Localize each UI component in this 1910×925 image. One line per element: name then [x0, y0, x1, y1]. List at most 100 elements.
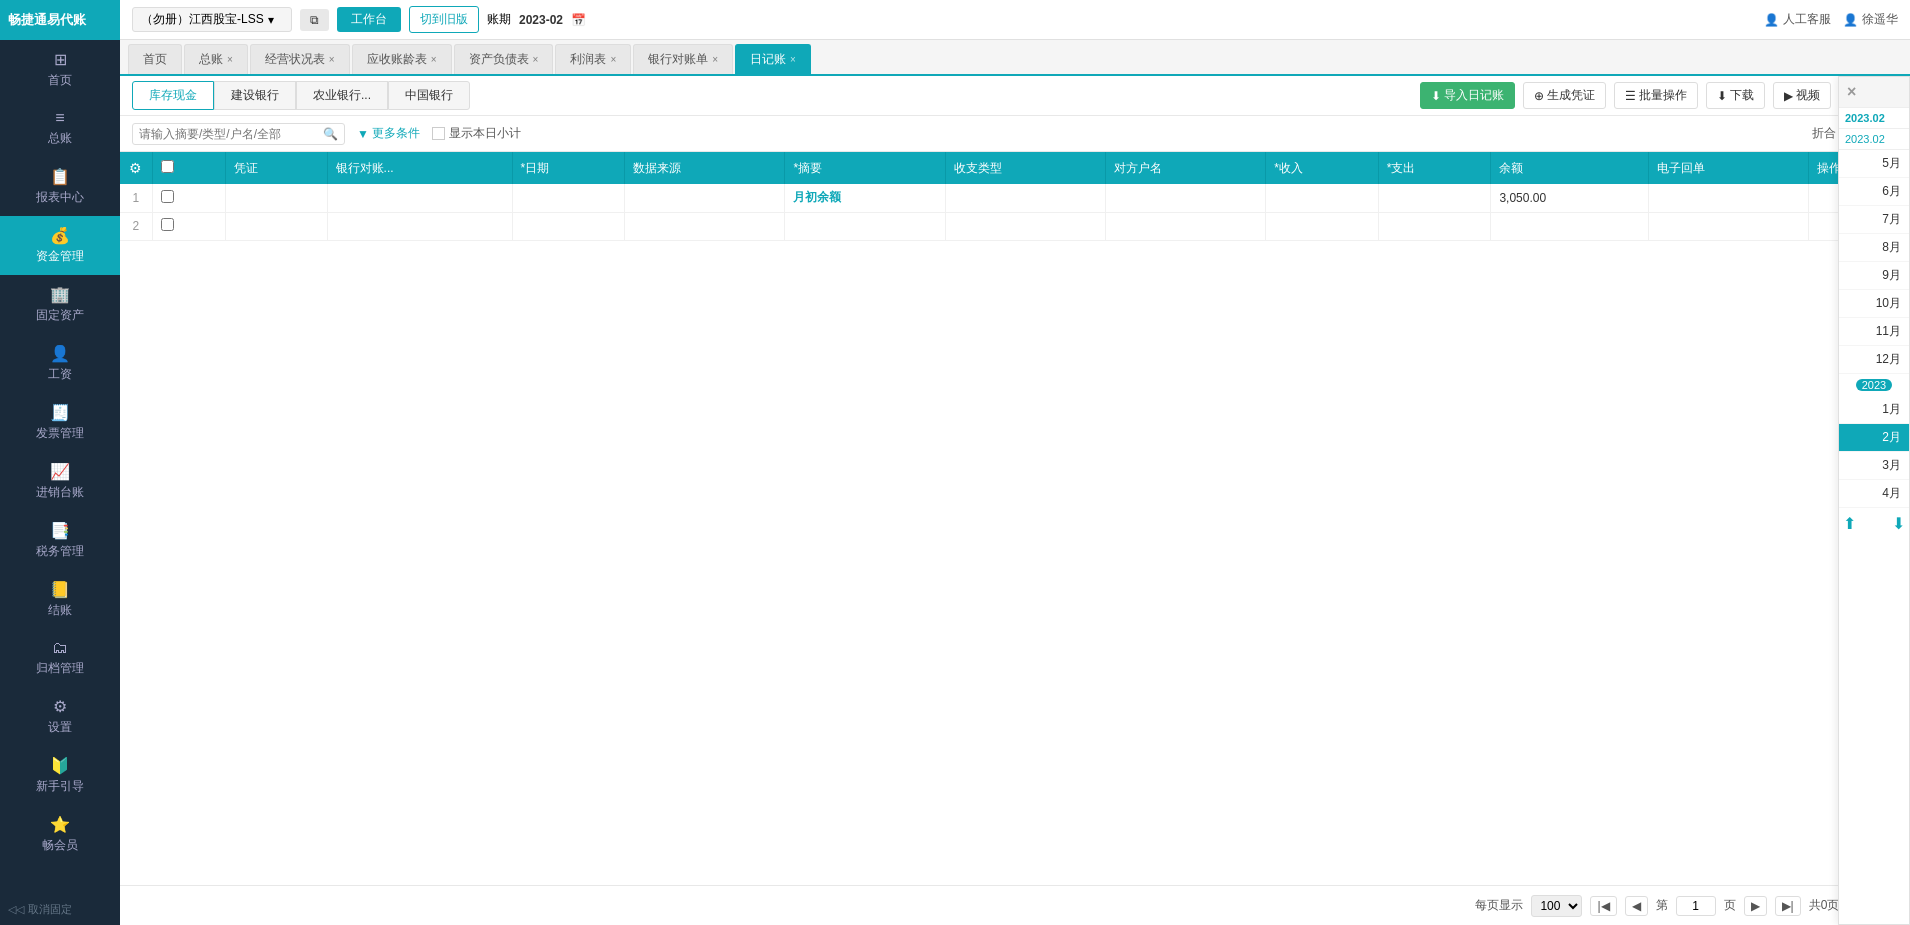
last-page-btn[interactable]: ▶|	[1775, 896, 1801, 916]
prev-page-btn[interactable]: ◀	[1625, 896, 1648, 916]
bank-toolbar: 库存现金 建设银行 农业银行... 中国银行 ⬇ 导入日记账	[120, 76, 1910, 116]
sidebar-item-tax[interactable]: 📑 税务管理	[0, 511, 120, 570]
bank-tab-label: 中国银行	[405, 88, 453, 102]
sidebar-item-sales[interactable]: 📈 进销台账	[0, 452, 120, 511]
date-month-10[interactable]: 10月	[1839, 290, 1909, 318]
download-btn[interactable]: ⬇ 下载	[1706, 82, 1765, 109]
date-panel-close-btn[interactable]: ×	[1847, 83, 1856, 101]
show-daily-total-checkbox[interactable]: 显示本日小计	[432, 125, 521, 142]
tab-close-icon[interactable]: ×	[329, 54, 335, 65]
batch-op-btn[interactable]: ☰ 批量操作	[1614, 82, 1698, 109]
tab-close-icon[interactable]: ×	[610, 54, 616, 65]
sidebar-item-label: 结账	[48, 602, 72, 619]
import-icon: ⬇	[1431, 89, 1441, 103]
date-month-1[interactable]: 1月	[1839, 396, 1909, 424]
next-page-btn[interactable]: ▶	[1744, 896, 1767, 916]
tab-home[interactable]: 首页	[128, 44, 182, 74]
tab-label: 利润表	[570, 51, 606, 68]
sidebar-item-settings[interactable]: ⚙ 设置	[0, 687, 120, 746]
tab-close-icon[interactable]: ×	[431, 54, 437, 65]
tab-balance-sheet[interactable]: 资产负债表 ×	[454, 44, 554, 74]
date-nav-down-btn[interactable]: ⬇	[1892, 514, 1905, 533]
first-page-btn[interactable]: |◀	[1590, 896, 1616, 916]
sidebar-item-label: 资金管理	[36, 248, 84, 265]
col-summary: *摘要	[785, 152, 945, 184]
col-settings[interactable]: ⚙	[120, 152, 152, 184]
row-checkbox[interactable]	[152, 184, 226, 212]
select-all-checkbox[interactable]	[161, 160, 174, 173]
bank-tab-cash[interactable]: 库存现金	[132, 81, 214, 110]
customer-service[interactable]: 👤 人工客服	[1764, 11, 1831, 28]
tab-journal[interactable]: 日记账 ×	[735, 44, 811, 74]
sidebar-item-guide[interactable]: 🔰 新手引导	[0, 746, 120, 805]
date-month-7[interactable]: 7月	[1839, 206, 1909, 234]
period-calendar-icon[interactable]: 📅	[571, 13, 586, 27]
date-month-9[interactable]: 9月	[1839, 262, 1909, 290]
sidebar-item-payroll[interactable]: 👤 工资	[0, 334, 120, 393]
date-month-6[interactable]: 6月	[1839, 178, 1909, 206]
tab-label: 应收账龄表	[367, 51, 427, 68]
tab-close-icon[interactable]: ×	[790, 54, 796, 65]
generate-voucher-btn[interactable]: ⊕ 生成凭证	[1523, 82, 1606, 109]
sidebar-item-member[interactable]: ⭐ 畅会员	[0, 805, 120, 864]
date-month-4[interactable]: 4月	[1839, 480, 1909, 508]
row-select-checkbox[interactable]	[161, 218, 174, 231]
user-name: 徐遥华	[1862, 11, 1898, 28]
tab-bank-statement[interactable]: 银行对账单 ×	[633, 44, 733, 74]
sidebar-item-invoice[interactable]: 🧾 发票管理	[0, 393, 120, 452]
tab-label: 经营状况表	[265, 51, 325, 68]
pagination-bar: 每页显示 100 50 200 |◀ ◀ 第 页 ▶ ▶| 共0页，0条记录	[120, 885, 1910, 925]
bank-tab-construction[interactable]: 建设银行	[214, 81, 296, 110]
row-checkbox[interactable]	[152, 212, 226, 240]
sidebar-item-ledger[interactable]: ≡ 总账	[0, 99, 120, 157]
import-journal-btn[interactable]: ⬇ 导入日记账	[1420, 82, 1515, 109]
date-panel-scroll[interactable]: 2023.02 2023.02 5月 6月 7月 8月 9月 10月 11月 1…	[1839, 108, 1909, 924]
tab-receivable[interactable]: 应收账龄表 ×	[352, 44, 452, 74]
payroll-icon: 👤	[50, 344, 70, 363]
date-month-11[interactable]: 11月	[1839, 318, 1909, 346]
app-logo: 畅捷通易代账	[0, 0, 120, 40]
sidebar-item-settle[interactable]: 📒 结账	[0, 570, 120, 629]
per-page-select[interactable]: 100 50 200	[1531, 895, 1582, 917]
user-avatar[interactable]: 👤 徐遥华	[1843, 11, 1898, 28]
cell-counterparty	[1105, 184, 1265, 212]
video-btn[interactable]: ▶ 视频	[1773, 82, 1831, 109]
sidebar-item-funds[interactable]: 💰 资金管理	[0, 216, 120, 275]
date-nav-up-btn[interactable]: ⬆	[1843, 514, 1856, 533]
sidebar-item-assets[interactable]: 🏢 固定资产	[0, 275, 120, 334]
more-conditions-btn[interactable]: ▼ 更多条件	[357, 125, 420, 142]
tab-profit[interactable]: 利润表 ×	[555, 44, 631, 74]
sidebar-item-home[interactable]: ⊞ 首页	[0, 40, 120, 99]
sidebar-item-archive[interactable]: 🗂 归档管理	[0, 629, 120, 687]
date-month-8[interactable]: 8月	[1839, 234, 1909, 262]
tab-operation[interactable]: 经营状况表 ×	[250, 44, 350, 74]
date-month-5[interactable]: 5月	[1839, 150, 1909, 178]
date-month-3[interactable]: 3月	[1839, 452, 1909, 480]
col-checkbox[interactable]	[152, 152, 226, 184]
date-month-2[interactable]: 2月	[1839, 424, 1909, 452]
date-month-12[interactable]: 12月	[1839, 346, 1909, 374]
col-income: *收入	[1266, 152, 1379, 184]
bank-tab-china[interactable]: 中国银行	[388, 81, 470, 110]
settings-icon[interactable]: ⚙	[129, 160, 142, 176]
company-selector[interactable]: （勿册）江西股宝-LSS ▾	[132, 7, 292, 32]
tab-close-icon[interactable]: ×	[533, 54, 539, 65]
company-dropdown-icon: ▾	[268, 13, 274, 27]
sidebar-collapse-btn[interactable]: ◁◁ 取消固定	[0, 894, 120, 925]
sidebar-item-reports[interactable]: 📋 报表中心	[0, 157, 120, 216]
import-label: 导入日记账	[1444, 87, 1504, 104]
tab-ledger[interactable]: 总账 ×	[184, 44, 248, 74]
bank-tab-label: 农业银行...	[313, 88, 371, 102]
row-select-checkbox[interactable]	[161, 190, 174, 203]
bank-tab-agriculture[interactable]: 农业银行...	[296, 81, 388, 110]
tax-icon: 📑	[50, 521, 70, 540]
workspace-btn[interactable]: 工作台	[337, 7, 401, 32]
tab-close-icon[interactable]: ×	[712, 54, 718, 65]
tab-close-icon[interactable]: ×	[227, 54, 233, 65]
oldver-btn[interactable]: 切到旧版	[409, 6, 479, 33]
page-number-input[interactable]	[1676, 896, 1716, 916]
search-input[interactable]	[139, 127, 319, 141]
copy-btn[interactable]: ⧉	[300, 9, 329, 31]
invoice-icon: 🧾	[50, 403, 70, 422]
search-box[interactable]: 🔍	[132, 123, 345, 145]
